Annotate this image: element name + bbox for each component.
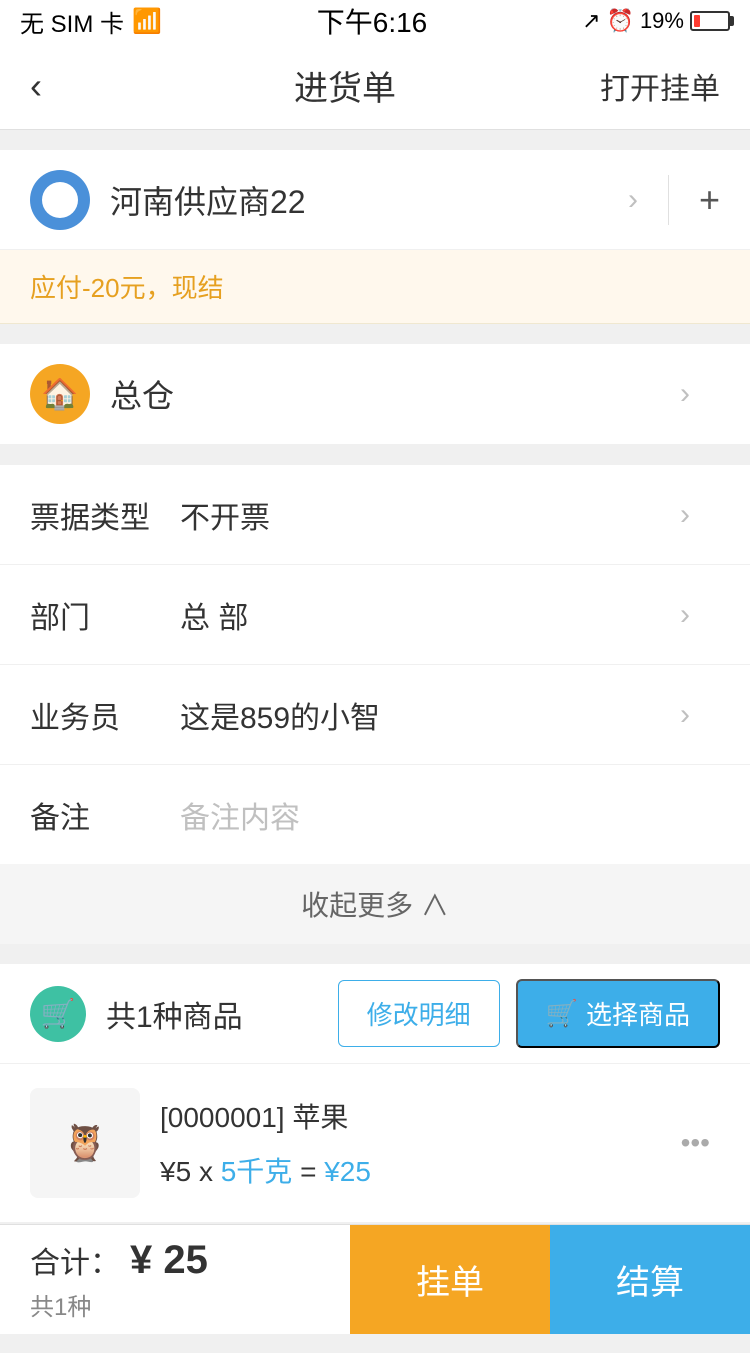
vertical-separator	[668, 175, 669, 225]
remarks-label: 备注	[30, 793, 160, 837]
section-gap-4	[0, 944, 750, 964]
equals-sign: =	[300, 1156, 324, 1187]
notice-bar: 应付-20元，现结	[0, 250, 750, 324]
select-product-button[interactable]: 🛒 选择商品	[516, 979, 720, 1048]
product-price-row: ¥5 x 5千克 = ¥25	[160, 1150, 671, 1190]
product-thumb-icon: 🦉	[63, 1122, 108, 1164]
chevron-right-icon: ›	[628, 183, 638, 217]
warehouse-section: 🏠 总仓 ›	[0, 344, 750, 444]
remarks-input[interactable]: 备注内容	[160, 793, 720, 837]
supplier-section: 河南供应商22 › + 应付-20元，现结	[0, 150, 750, 324]
product-count-icon: 🛒	[30, 986, 86, 1042]
product-section: 🛒 共1种商品 修改明细 🛒 选择商品 🦉 [0000001] 苹果 ¥5 x …	[0, 964, 750, 1223]
unit-price: ¥5	[160, 1156, 191, 1187]
section-gap-2	[0, 324, 750, 344]
invoice-label: 票据类型	[30, 493, 160, 537]
status-right: ↗ ⏰ 19%	[582, 8, 730, 34]
salesperson-value: 这是859的小智	[160, 693, 680, 737]
product-header: 🛒 共1种商品 修改明细 🛒 选择商品	[0, 964, 750, 1064]
battery-icon	[690, 11, 730, 31]
avatar-inner	[42, 182, 78, 218]
back-button[interactable]: ‹	[30, 65, 90, 107]
product-info: [0000001] 苹果 ¥5 x 5千克 = ¥25	[160, 1096, 671, 1190]
supplier-name: 河南供应商22	[110, 177, 628, 223]
select-product-label: 选择商品	[586, 995, 690, 1032]
status-left: 无 SIM 卡 📶	[20, 4, 162, 39]
cart-icon: 🛒	[546, 998, 578, 1029]
sim-indicator: 无 SIM 卡	[20, 4, 124, 39]
form-section: 票据类型 不开票 › 部门 总 部 › 业务员 这是859的小智 › 备注 备注…	[0, 464, 750, 864]
alarm-icon: ⏰	[607, 8, 634, 34]
price-separator: x	[199, 1156, 221, 1187]
wifi-icon: 📶	[132, 7, 162, 36]
warehouse-row[interactable]: 🏠 总仓 ›	[0, 344, 750, 444]
checkout-button[interactable]: 结算	[550, 1225, 750, 1334]
location-icon: ↗	[582, 8, 600, 34]
product-name: [0000001] 苹果	[160, 1096, 671, 1136]
nav-bar: ‹ 进货单 打开挂单	[0, 42, 750, 130]
invoice-type-row[interactable]: 票据类型 不开票 ›	[0, 464, 750, 564]
edit-detail-button[interactable]: 修改明细	[338, 980, 500, 1047]
supplier-avatar	[30, 170, 90, 230]
add-icon[interactable]: +	[699, 179, 720, 221]
total-section: 合计： ¥ 25 共1种	[0, 1225, 350, 1334]
bottom-bar: 合计： ¥ 25 共1种 挂单 结算	[0, 1224, 750, 1334]
open-hold-button[interactable]: 打开挂单	[600, 64, 720, 108]
collapse-toggle[interactable]: 收起更多 ∧	[0, 864, 750, 944]
product-title: 苹果	[292, 1102, 348, 1133]
invoice-value: 不开票	[160, 493, 680, 537]
more-options-button[interactable]: •••	[671, 1117, 720, 1169]
warehouse-icon: 🏠	[30, 364, 90, 424]
supplier-row[interactable]: 河南供应商22 › +	[0, 150, 750, 250]
salesperson-label: 业务员	[30, 693, 160, 737]
total-prefix: 合计：	[30, 1238, 120, 1282]
item-total: ¥25	[324, 1156, 371, 1187]
section-gap-1	[0, 130, 750, 150]
section-gap-3	[0, 444, 750, 464]
product-code: [0000001]	[160, 1102, 285, 1133]
department-label: 部门	[30, 593, 160, 637]
department-row[interactable]: 部门 总 部 ›	[0, 564, 750, 664]
department-chevron-icon: ›	[680, 598, 690, 632]
page-title: 进货单	[294, 61, 396, 110]
battery-percent: 19%	[640, 8, 684, 34]
total-sub-label: 共1种	[30, 1287, 320, 1322]
hold-button[interactable]: 挂单	[350, 1225, 550, 1334]
warehouse-name: 总仓	[110, 371, 680, 417]
invoice-chevron-icon: ›	[680, 498, 690, 532]
salesperson-chevron-icon: ›	[680, 698, 690, 732]
remarks-row[interactable]: 备注 备注内容	[0, 764, 750, 864]
quantity: 5千克	[221, 1156, 293, 1187]
status-bar: 无 SIM 卡 📶 下午6:16 ↗ ⏰ 19%	[0, 0, 750, 42]
total-amount: ¥ 25	[130, 1238, 208, 1283]
supplier-right: › +	[628, 175, 720, 225]
product-count-label: 共1种商品	[106, 992, 338, 1036]
total-label-row: 合计： ¥ 25	[30, 1238, 320, 1283]
product-thumbnail: 🦉	[30, 1088, 140, 1198]
warehouse-chevron-icon: ›	[680, 377, 690, 411]
product-item: 🦉 [0000001] 苹果 ¥5 x 5千克 = ¥25 •••	[0, 1064, 750, 1223]
department-value: 总 部	[160, 593, 680, 637]
salesperson-row[interactable]: 业务员 这是859的小智 ›	[0, 664, 750, 764]
status-time: 下午6:16	[317, 1, 428, 41]
